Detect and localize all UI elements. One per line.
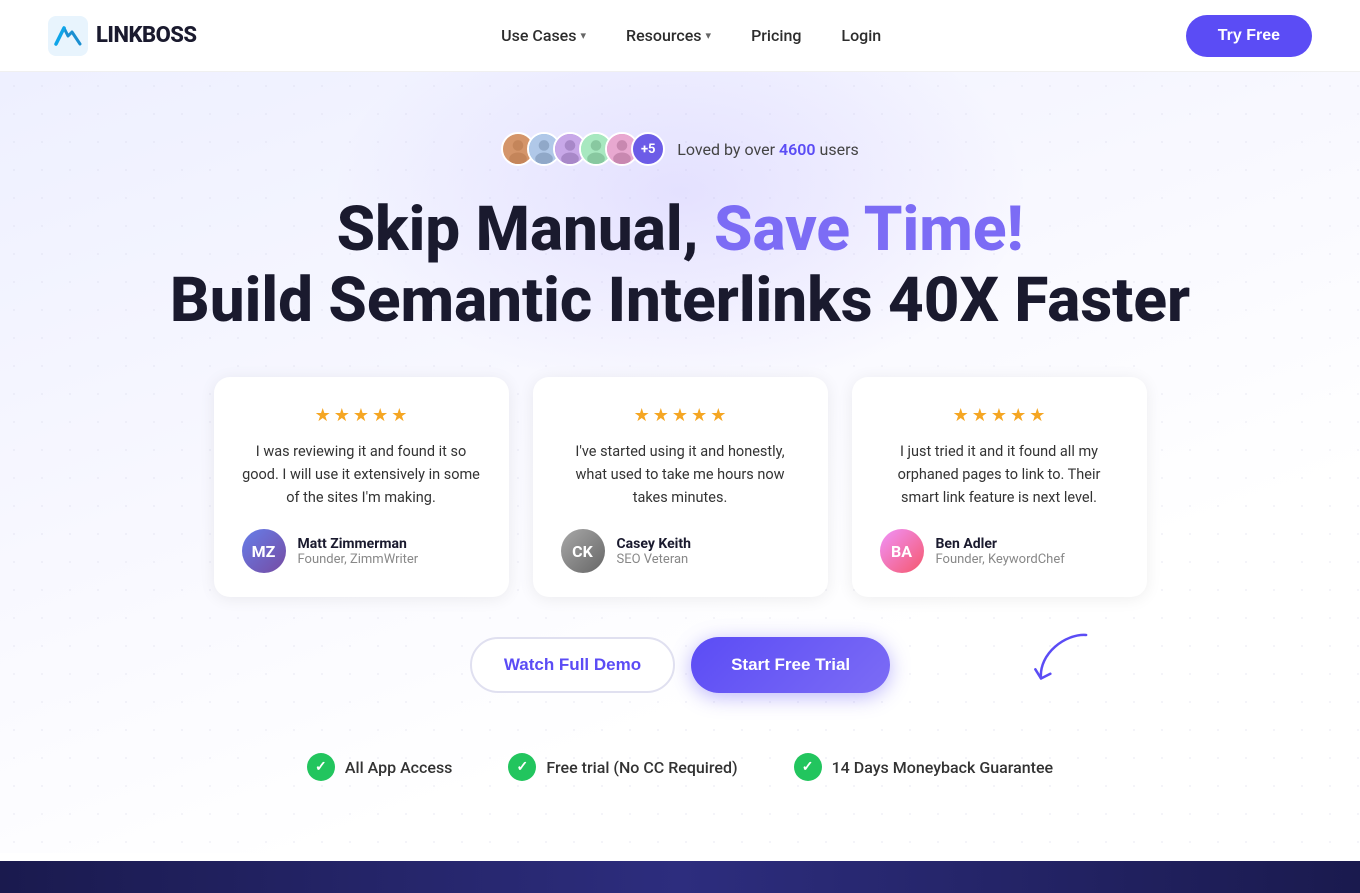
avatar-stack: +5 bbox=[501, 132, 665, 166]
hero-headline: Skip Manual, Save Time! Build Semantic I… bbox=[48, 194, 1312, 337]
watch-demo-button[interactable]: Watch Full Demo bbox=[470, 637, 675, 693]
testimonial-card: ★ ★ ★ ★ ★ I just tried it and it found a… bbox=[852, 377, 1147, 598]
nav-links: Use Cases ▾ Resources ▾ Pricing Login bbox=[485, 18, 897, 53]
testimonials-row: ★ ★ ★ ★ ★ I was reviewing it and found i… bbox=[48, 377, 1312, 598]
testimonial-author: BA Ben Adler Founder, KeywordChef bbox=[880, 529, 1119, 573]
author-name: Ben Adler bbox=[936, 536, 1065, 552]
nav-right: Try Free bbox=[1186, 15, 1312, 57]
nav-use-cases[interactable]: Use Cases ▾ bbox=[485, 18, 602, 53]
feature-item: All App Access bbox=[307, 753, 453, 781]
cta-buttons: Watch Full Demo Start Free Trial bbox=[48, 637, 1312, 693]
feature-label: Free trial (No CC Required) bbox=[546, 758, 737, 777]
nav-login[interactable]: Login bbox=[825, 18, 897, 53]
start-trial-button[interactable]: Start Free Trial bbox=[691, 637, 890, 693]
author-name: Matt Zimmerman bbox=[298, 536, 419, 552]
star-rating: ★ ★ ★ ★ ★ bbox=[880, 405, 1119, 426]
feature-label: All App Access bbox=[345, 758, 453, 777]
avatar-plus: +5 bbox=[631, 132, 665, 166]
feature-item: 14 Days Moneyback Guarantee bbox=[794, 753, 1054, 781]
check-icon bbox=[508, 753, 536, 781]
feature-label: 14 Days Moneyback Guarantee bbox=[832, 758, 1054, 777]
feature-item: Free trial (No CC Required) bbox=[508, 753, 737, 781]
check-icon bbox=[794, 753, 822, 781]
features-row: All App Access Free trial (No CC Require… bbox=[48, 733, 1312, 813]
author-info: Casey Keith SEO Veteran bbox=[617, 536, 691, 567]
bottom-banner bbox=[0, 861, 1360, 893]
nav-pricing[interactable]: Pricing bbox=[735, 18, 817, 53]
testimonial-text: I just tried it and it found all my orph… bbox=[880, 440, 1119, 510]
author-info: Matt Zimmerman Founder, ZimmWriter bbox=[298, 536, 419, 567]
arrow-icon bbox=[1025, 624, 1104, 695]
loved-text: Loved by over 4600 users bbox=[677, 140, 859, 159]
author-title: SEO Veteran bbox=[617, 552, 691, 567]
testimonial-author: MZ Matt Zimmerman Founder, ZimmWriter bbox=[242, 529, 481, 573]
logo-text: LINKBOSS bbox=[96, 23, 197, 48]
author-avatar: MZ bbox=[242, 529, 286, 573]
author-avatar: CK bbox=[561, 529, 605, 573]
author-title: Founder, KeywordChef bbox=[936, 552, 1065, 567]
navbar: LINKBOSS Use Cases ▾ Resources ▾ Pricing… bbox=[0, 0, 1360, 72]
author-name: Casey Keith bbox=[617, 536, 691, 552]
headline: Skip Manual, Save Time! Build Semantic I… bbox=[48, 194, 1312, 337]
check-icon bbox=[307, 753, 335, 781]
logo-link[interactable]: LINKBOSS bbox=[48, 16, 197, 56]
star-rating: ★ ★ ★ ★ ★ bbox=[242, 405, 481, 426]
chevron-down-icon: ▾ bbox=[580, 29, 586, 42]
testimonial-text: I was reviewing it and found it so good.… bbox=[242, 440, 481, 510]
hero-section: +5 Loved by over 4600 users Skip Manual,… bbox=[0, 72, 1360, 853]
testimonial-text: I've started using it and honestly, what… bbox=[561, 440, 800, 510]
star-rating: ★ ★ ★ ★ ★ bbox=[561, 405, 800, 426]
testimonial-card: ★ ★ ★ ★ ★ I was reviewing it and found i… bbox=[214, 377, 509, 598]
testimonial-card: ★ ★ ★ ★ ★ I've started using it and hone… bbox=[533, 377, 828, 598]
chevron-down-icon: ▾ bbox=[706, 29, 712, 42]
author-info: Ben Adler Founder, KeywordChef bbox=[936, 536, 1065, 567]
testimonial-author: CK Casey Keith SEO Veteran bbox=[561, 529, 800, 573]
logo-icon bbox=[48, 16, 88, 56]
author-avatar: BA bbox=[880, 529, 924, 573]
nav-resources[interactable]: Resources ▾ bbox=[610, 18, 727, 53]
try-free-button[interactable]: Try Free bbox=[1186, 15, 1312, 57]
author-title: Founder, ZimmWriter bbox=[298, 552, 419, 567]
loved-by-row: +5 Loved by over 4600 users bbox=[48, 132, 1312, 166]
arrow-decoration bbox=[1030, 629, 1100, 693]
